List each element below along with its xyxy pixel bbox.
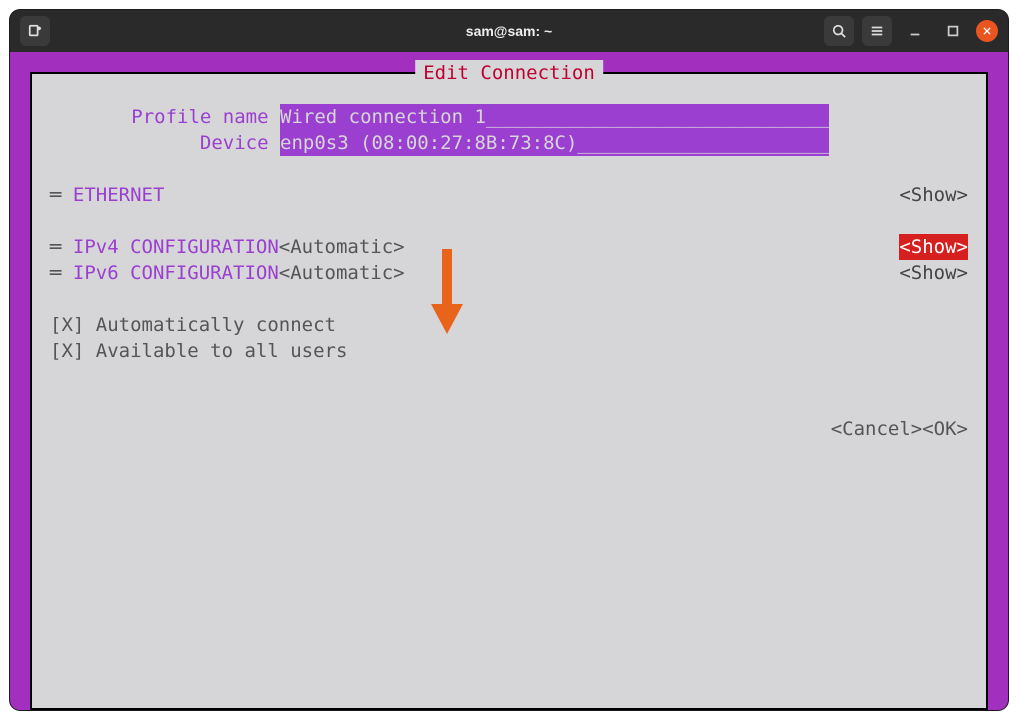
cancel-button[interactable]: <Cancel> <box>831 416 923 442</box>
ipv6-section[interactable]: IPv6 CONFIGURATION <box>73 260 279 286</box>
ipv4-mode[interactable]: <Automatic> <box>279 234 405 260</box>
search-button[interactable] <box>824 16 854 46</box>
ipv6-show-button[interactable]: <Show> <box>899 260 968 286</box>
terminal-body: Edit Connection Profile name Wired conne… <box>10 52 1008 710</box>
minimize-button[interactable] <box>900 16 930 46</box>
menu-button[interactable] <box>862 16 892 46</box>
ok-button[interactable]: <OK> <box>922 416 968 442</box>
nmtui-dialog: Edit Connection Profile name Wired conne… <box>30 72 988 710</box>
ethernet-show-button[interactable]: <Show> <box>899 182 968 208</box>
device-label: Device <box>50 130 280 156</box>
ipv6-bullet: ═ <box>50 262 73 284</box>
maximize-button[interactable] <box>938 16 968 46</box>
new-tab-button[interactable] <box>20 16 50 46</box>
ipv4-show-button[interactable]: <Show> <box>899 234 968 260</box>
ipv4-section[interactable]: IPv4 CONFIGURATION <box>73 234 279 260</box>
ethernet-bullet: ═ <box>50 184 73 206</box>
all-users-checkbox[interactable]: [X] Available to all users <box>50 338 347 364</box>
dialog-title: Edit Connection <box>415 60 603 86</box>
ipv6-mode[interactable]: <Automatic> <box>279 260 405 286</box>
profile-name-field[interactable]: Wired connection 1______________________… <box>280 104 829 130</box>
ipv4-bullet: ═ <box>50 236 73 258</box>
profile-name-label: Profile name <box>50 104 280 130</box>
titlebar: sam@sam: ~ <box>10 10 1008 52</box>
auto-connect-checkbox[interactable]: [X] Automatically connect <box>50 312 336 338</box>
close-button[interactable] <box>976 20 998 42</box>
device-field[interactable]: enp0s3 (08:00:27:8B:73:8C)______________… <box>280 130 829 156</box>
ethernet-section[interactable]: ETHERNET <box>73 182 165 208</box>
window-title: sam@sam: ~ <box>220 23 798 39</box>
terminal-window: sam@sam: ~ Edit Connection <box>10 10 1008 710</box>
